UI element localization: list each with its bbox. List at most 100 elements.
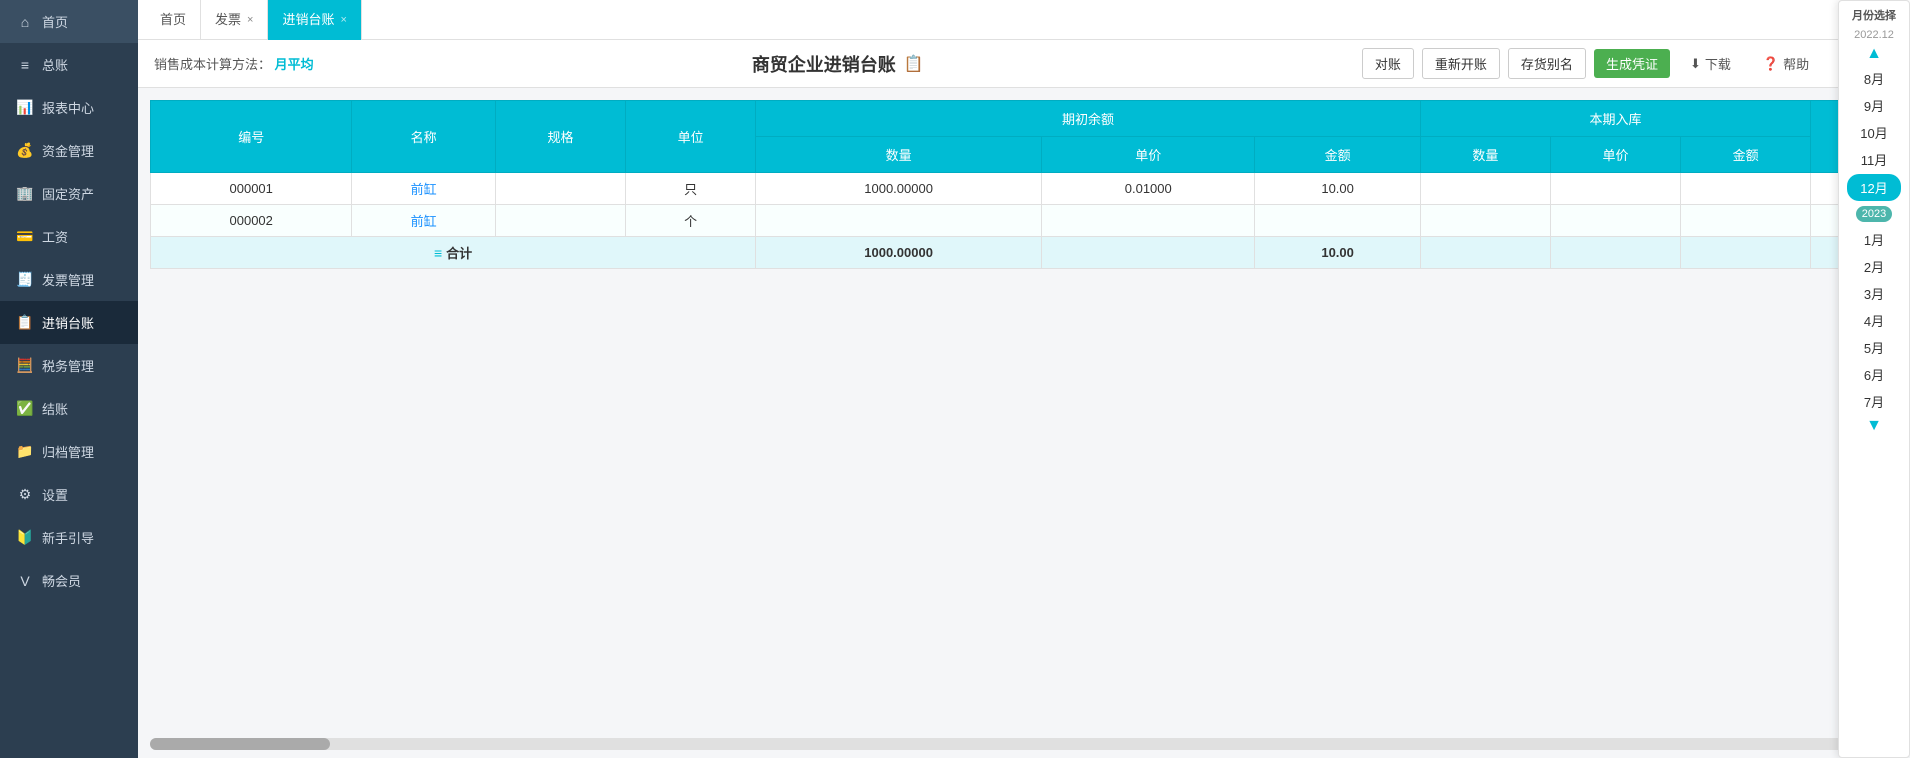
row2-in-price xyxy=(1550,205,1680,237)
close-account-icon: ✅ xyxy=(16,400,34,417)
in-price-header: 单价 xyxy=(1550,137,1680,173)
cost-method-label: 销售成本计算方法： xyxy=(154,57,271,72)
tab-invoice-close[interactable]: × xyxy=(247,0,253,40)
tab-home[interactable]: 首页 xyxy=(146,0,201,40)
period-start-header: 期初余额 xyxy=(756,101,1421,137)
save-alias-button[interactable]: 存货别名 xyxy=(1508,48,1586,79)
month-scroll-up[interactable]: ▲ xyxy=(1866,43,1882,65)
sidebar-item-salary[interactable]: 💳 工资 xyxy=(0,215,138,258)
table-row: 000001 前缸 只 1000.00000 0.01000 10.00 xyxy=(151,173,1898,205)
sidebar-item-label: 总账 xyxy=(42,55,68,74)
month-item-11[interactable]: 11月 xyxy=(1839,146,1909,173)
start-amount-header: 金额 xyxy=(1255,137,1420,173)
sidebar-item-guide[interactable]: 🔰 新手引导 xyxy=(0,516,138,559)
inventory-table: 编号 名称 规格 单位 期初余额 本期入库 数 数量 单价 金额 数量 单价 xyxy=(150,100,1898,269)
sidebar-item-inventory[interactable]: 📋 进销台账 xyxy=(0,301,138,344)
sidebar-item-funds[interactable]: 💰 资金管理 xyxy=(0,129,138,172)
generate-button[interactable]: 生成凭证 xyxy=(1594,49,1670,78)
total-icon: ≡ xyxy=(434,245,442,261)
page-title: 商贸企业进销台账 xyxy=(752,51,896,77)
month-item-2023-6[interactable]: 6月 xyxy=(1839,361,1909,388)
tab-inventory-close[interactable]: × xyxy=(340,0,346,40)
total-label-cell: ≡ 合计 xyxy=(151,237,756,269)
sidebar-item-ledger[interactable]: ≡ 总账 xyxy=(0,43,138,86)
sidebar-item-tax[interactable]: 🧮 税务管理 xyxy=(0,344,138,387)
start-price-header: 单价 xyxy=(1042,137,1255,173)
tab-inventory-label: 进销台账 xyxy=(282,0,334,40)
content-area: 销售成本计算方法： 月平均 商贸企业进销台账 📋 对账 重新开账 存货别名 生成… xyxy=(138,40,1910,758)
table-row: 000002 前缸 个 xyxy=(151,205,1898,237)
sidebar-item-label: 设置 xyxy=(42,485,68,504)
month-item-10[interactable]: 10月 xyxy=(1839,119,1909,146)
row2-spec xyxy=(495,205,625,237)
total-start-qty: 1000.00000 xyxy=(756,237,1042,269)
sidebar-item-invoice-mgmt[interactable]: 🧾 发票管理 xyxy=(0,258,138,301)
row1-id: 000001 xyxy=(151,173,352,205)
row2-name: 前缸 xyxy=(352,205,495,237)
year-2023-tag: 2023 xyxy=(1856,206,1892,222)
row1-in-price xyxy=(1550,173,1680,205)
tab-inventory[interactable]: 进销台账 × xyxy=(268,0,361,40)
download-button[interactable]: ⬇ 下载 xyxy=(1678,49,1743,78)
sidebar-item-settings[interactable]: ⚙ 设置 xyxy=(0,473,138,516)
settings-icon: ⚙ xyxy=(16,486,34,503)
month-item-9[interactable]: 9月 xyxy=(1839,92,1909,119)
row2-in-qty xyxy=(1420,205,1550,237)
sidebar-item-reports[interactable]: 📊 报表中心 xyxy=(0,86,138,129)
cost-method-section: 销售成本计算方法： 月平均 xyxy=(154,54,314,73)
sidebar-item-home[interactable]: ⌂ 首页 xyxy=(0,0,138,43)
year-2022-label: 2022.12 xyxy=(1854,29,1894,41)
row1-in-amount xyxy=(1681,173,1811,205)
row2-start-price xyxy=(1042,205,1255,237)
month-item-12[interactable]: 12月 xyxy=(1847,174,1901,201)
row2-unit: 个 xyxy=(626,205,756,237)
reports-icon: 📊 xyxy=(16,99,34,116)
sidebar-item-label: 首页 xyxy=(42,12,68,31)
start-qty-header: 数量 xyxy=(756,137,1042,173)
match-button[interactable]: 对账 xyxy=(1362,48,1414,79)
sidebar-item-label: 结账 xyxy=(42,399,68,418)
month-item-2023-4[interactable]: 4月 xyxy=(1839,307,1909,334)
row2-start-qty xyxy=(756,205,1042,237)
row1-name: 前缸 xyxy=(352,173,495,205)
row1-start-qty: 1000.00000 xyxy=(756,173,1042,205)
month-scroll-down[interactable]: ▼ xyxy=(1866,415,1882,437)
sidebar-item-label: 工资 xyxy=(42,227,68,246)
funds-icon: 💰 xyxy=(16,142,34,159)
home-icon: ⌂ xyxy=(16,14,34,30)
sidebar-item-close-account[interactable]: ✅ 结账 xyxy=(0,387,138,430)
total-label-text: 合计 xyxy=(446,243,472,262)
total-start-amount: 10.00 xyxy=(1255,237,1420,269)
help-icon: ❓ xyxy=(1763,56,1779,72)
tab-bar: 首页 发票 × 进销台账 × ✕ ⛶ xyxy=(138,0,1910,40)
help-button[interactable]: ❓ 帮助 xyxy=(1751,49,1821,78)
month-item-2023-2[interactable]: 2月 xyxy=(1839,253,1909,280)
tab-invoice[interactable]: 发票 × xyxy=(201,0,268,40)
reopen-button[interactable]: 重新开账 xyxy=(1422,48,1500,79)
ledger-icon: ≡ xyxy=(16,57,34,73)
horizontal-scrollbar[interactable] xyxy=(150,738,1898,750)
download-icon: ⬇ xyxy=(1690,56,1701,72)
total-in-amount xyxy=(1681,237,1811,269)
month-item-2023-5[interactable]: 5月 xyxy=(1839,334,1909,361)
month-item-2023-7[interactable]: 7月 xyxy=(1839,388,1909,415)
sidebar-item-label: 新手引导 xyxy=(42,528,94,547)
month-item-8[interactable]: 8月 xyxy=(1839,65,1909,92)
sidebar-item-assets[interactable]: 🏢 固定资产 xyxy=(0,172,138,215)
sidebar-item-archive[interactable]: 📁 归档管理 xyxy=(0,430,138,473)
archive-icon: 📁 xyxy=(16,443,34,460)
tax-icon: 🧮 xyxy=(16,357,34,374)
row1-spec xyxy=(495,173,625,205)
row2-start-amount xyxy=(1255,205,1420,237)
scrollbar-thumb[interactable] xyxy=(150,738,330,750)
row2-id: 000002 xyxy=(151,205,352,237)
assets-icon: 🏢 xyxy=(16,185,34,202)
month-panel: 月份选择 2022.12 ▲ 8月 9月 10月 11月 12月 2023 1月… xyxy=(1838,0,1910,758)
month-item-2023-3[interactable]: 3月 xyxy=(1839,280,1909,307)
col-spec-header: 规格 xyxy=(495,101,625,173)
month-item-2023-1[interactable]: 1月 xyxy=(1839,226,1909,253)
sidebar-item-label: 税务管理 xyxy=(42,356,94,375)
sidebar-item-member[interactable]: V 畅会员 xyxy=(0,559,138,602)
cost-method-value: 月平均 xyxy=(275,57,314,72)
col-id-header: 编号 xyxy=(151,101,352,173)
